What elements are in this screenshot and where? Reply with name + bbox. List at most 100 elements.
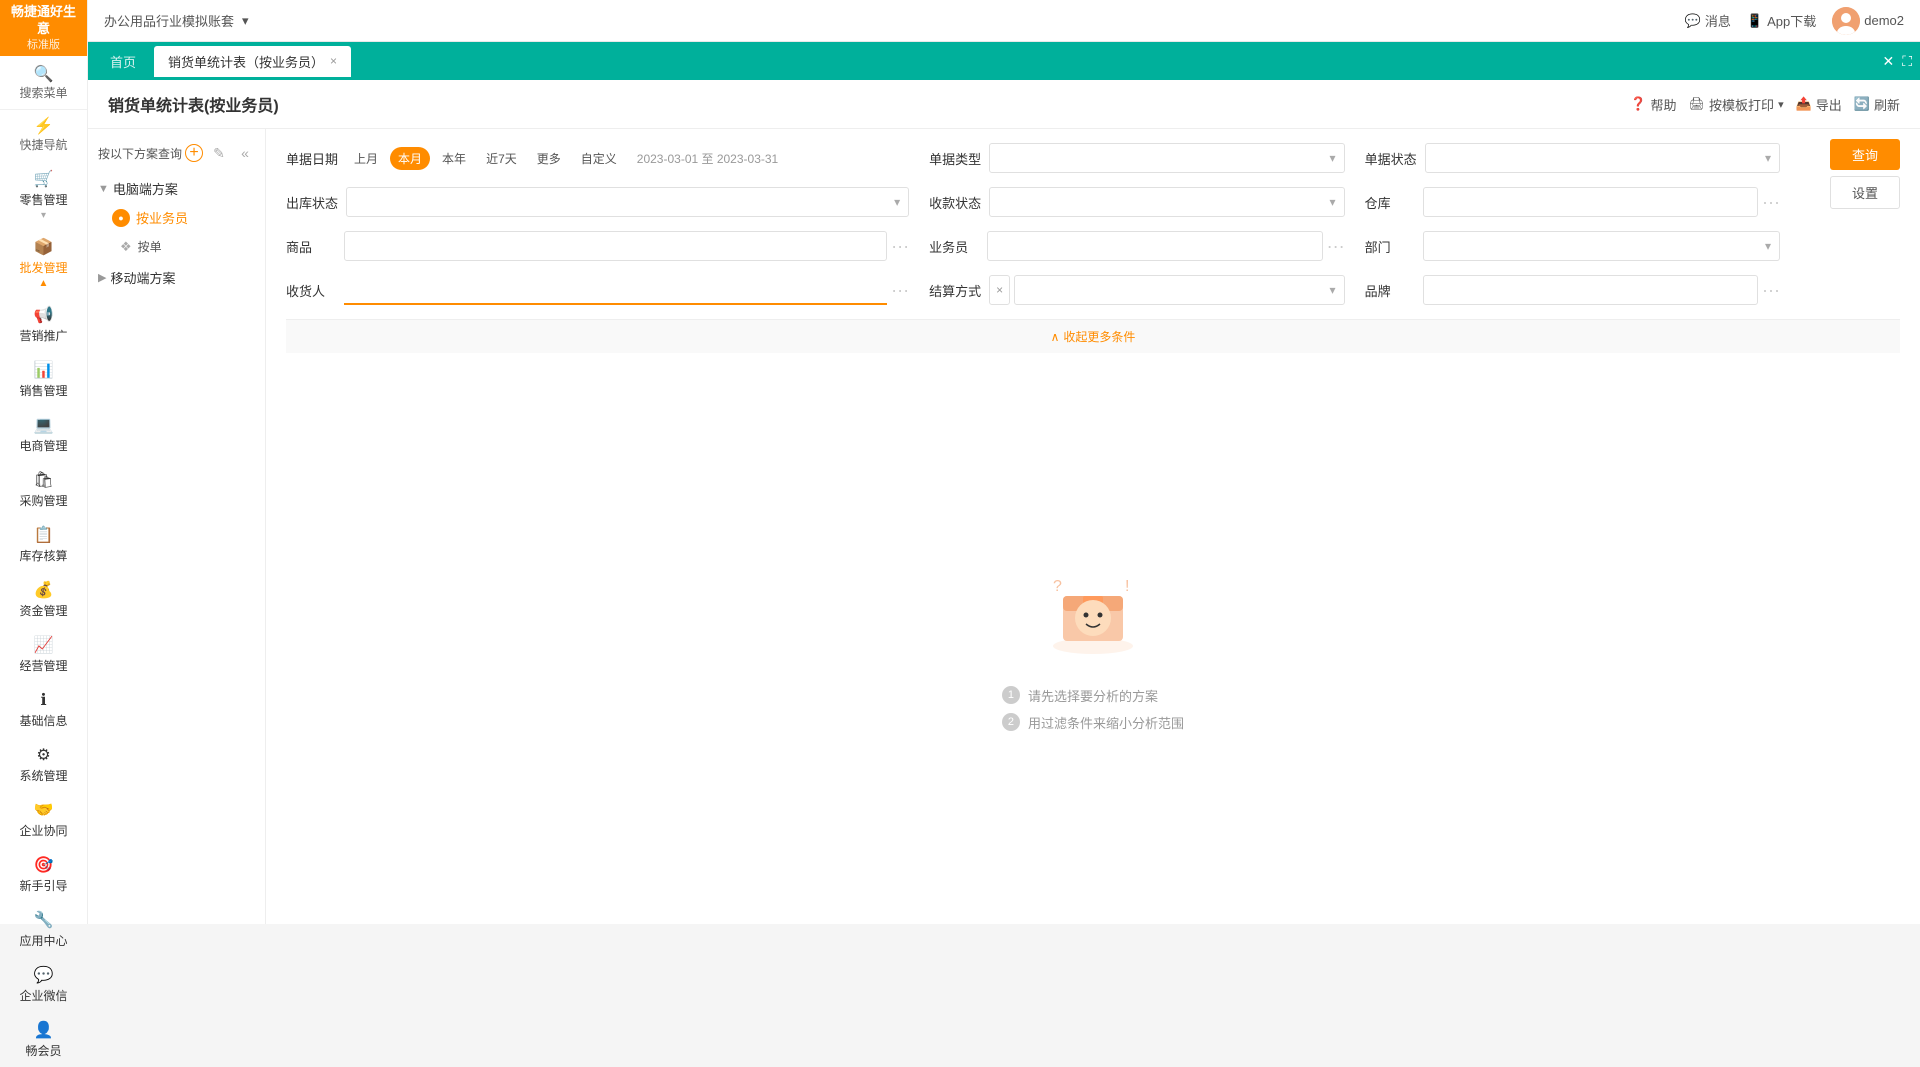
help-btn[interactable]: ❓ 帮助 bbox=[1630, 95, 1676, 114]
sidebar-item-retail[interactable]: 🛒 零售管理 ▾ bbox=[0, 161, 87, 229]
date-options: 上月 本月 本年 近7天 更多 自定义 2023-03-01 至 2023-03… bbox=[346, 147, 778, 170]
doc-type-label: 单据类型 bbox=[929, 149, 981, 168]
doc-type-select[interactable]: ▾ bbox=[989, 143, 1344, 173]
date-7days[interactable]: 近7天 bbox=[478, 147, 525, 170]
scheme-add-btn[interactable]: + bbox=[185, 144, 203, 162]
collapse-bar[interactable]: ∧ 收起更多条件 bbox=[286, 319, 1900, 353]
sidebar-item-member[interactable]: 👤 畅会员 bbox=[0, 1012, 87, 1067]
tab-expand-group: ✕ ⛶ bbox=[1882, 53, 1912, 70]
sidebar-item-appstore[interactable]: 🔧 应用中心 bbox=[0, 902, 87, 957]
date-last-month[interactable]: 上月 bbox=[346, 147, 386, 170]
consignee-input[interactable] bbox=[344, 275, 887, 305]
sidebar-item-enterprise[interactable]: 🤝 企业协同 bbox=[0, 792, 87, 847]
doc-status-select[interactable]: ▾ bbox=[1425, 143, 1780, 173]
sidebar-item-guide[interactable]: 🎯 新手引导 bbox=[0, 847, 87, 902]
sidebar-item-operations[interactable]: 📈 经营管理 bbox=[0, 627, 87, 682]
settlement-arrow: ▾ bbox=[1330, 283, 1336, 297]
sidebar-item-wechat[interactable]: 💬 企业微信 bbox=[0, 957, 87, 1012]
brand-input[interactable] bbox=[1423, 275, 1758, 305]
sidebar-item-purchase[interactable]: 🛍 采购管理 bbox=[0, 462, 87, 517]
print-btn[interactable]: 🖨 按模板打印 ▾ bbox=[1689, 95, 1784, 114]
sidebar-item-sales[interactable]: 📊 销售管理 bbox=[0, 352, 87, 407]
tab-sales-stats[interactable]: 销货单统计表（按业务员） × bbox=[154, 46, 351, 77]
settlement-input-group: × ▾ bbox=[989, 275, 1344, 305]
sidebar-item-quick-nav[interactable]: ⚡ 快捷导航 bbox=[0, 110, 87, 157]
fullscreen-btn[interactable]: ⛶ bbox=[1902, 53, 1912, 70]
tab-home[interactable]: 首页 bbox=[96, 46, 150, 77]
app-download-btn[interactable]: 📱 App下载 bbox=[1747, 11, 1816, 30]
message-btn[interactable]: 💬 消息 bbox=[1685, 11, 1731, 30]
sidebar-item-finance[interactable]: 💰 资金管理 bbox=[0, 572, 87, 627]
system-icon: ⚙ bbox=[36, 745, 50, 765]
sidebar-item-marketing[interactable]: 📢 营销推广 bbox=[0, 297, 87, 352]
payment-status-select[interactable]: ▾ bbox=[989, 187, 1344, 217]
wholesale-arrow: ▲ bbox=[39, 278, 49, 289]
page-title: 销货单统计表(按业务员) bbox=[108, 92, 279, 128]
goods-dots[interactable]: ··· bbox=[891, 236, 909, 257]
sidebar-item-wholesale[interactable]: 📦 批发管理 ▲ bbox=[0, 229, 87, 297]
goods-input[interactable] bbox=[344, 231, 887, 261]
industry-dropdown[interactable]: ▾ bbox=[242, 13, 249, 29]
tab-close-btn[interactable]: × bbox=[330, 54, 337, 68]
date-label: 单据日期 bbox=[286, 149, 338, 168]
wechat-icon: 💬 bbox=[34, 965, 54, 985]
doc-status-arrow: ▾ bbox=[1765, 151, 1771, 165]
date-custom[interactable]: 自定义 bbox=[573, 147, 625, 170]
empty-illustration: ? ! bbox=[1033, 546, 1153, 666]
enterprise-icon: 🤝 bbox=[34, 800, 54, 820]
department-select[interactable]: ▾ bbox=[1423, 231, 1780, 261]
topbar: 办公用品行业模拟账套 ▾ 💬 消息 📱 App下载 demo2 bbox=[88, 0, 1920, 42]
date-this-month[interactable]: 本月 bbox=[390, 147, 430, 170]
refresh-btn[interactable]: 🔄 刷新 bbox=[1854, 95, 1900, 114]
member-icon: 👤 bbox=[34, 1020, 54, 1040]
salesperson-dots[interactable]: ··· bbox=[1327, 236, 1345, 257]
filter-doc-type: 单据类型 ▾ bbox=[929, 143, 1344, 173]
settlement-tag: × bbox=[989, 275, 1010, 305]
settings-button[interactable]: 设置 bbox=[1830, 176, 1900, 209]
filter-row-1: 单据日期 上月 本月 本年 近7天 更多 自定义 2023-03-01 至 20… bbox=[286, 143, 1900, 173]
settlement-select[interactable]: ▾ bbox=[1014, 275, 1344, 305]
filter-row-2: 出库状态 ▾ 收款状态 ▾ bbox=[286, 187, 1900, 217]
sidebar-item-basic-info[interactable]: ℹ 基础信息 bbox=[0, 682, 87, 737]
close-window-btn[interactable]: ✕ bbox=[1882, 53, 1894, 70]
scheme-collapse-btn[interactable]: « bbox=[235, 143, 255, 163]
sidebar-item-inventory[interactable]: 📋 库存核算 bbox=[0, 517, 87, 572]
svg-text:?: ? bbox=[1053, 578, 1062, 595]
date-more[interactable]: 更多 bbox=[529, 147, 569, 170]
empty-hint-2: 2 用过滤条件来缩小分析范围 bbox=[1002, 713, 1184, 732]
department-label: 部门 bbox=[1365, 237, 1415, 256]
consignee-dots[interactable]: ··· bbox=[891, 280, 909, 301]
appstore-icon: 🔧 bbox=[34, 910, 54, 930]
settlement-label: 结算方式 bbox=[929, 281, 981, 300]
filter-doc-status: 单据状态 ▾ bbox=[1365, 143, 1780, 173]
stock-status-select[interactable]: ▾ bbox=[346, 187, 909, 217]
sidebar-item-ecommerce[interactable]: 💻 电商管理 bbox=[0, 407, 87, 462]
user-menu[interactable]: demo2 bbox=[1832, 7, 1904, 35]
filter-and-actions: 单据日期 上月 本月 本年 近7天 更多 自定义 2023-03-01 至 20… bbox=[266, 129, 1920, 353]
scheme-group-desktop: ▼ 电脑端方案 ● 按业务员 ❖ 按单 bbox=[88, 175, 265, 260]
query-button[interactable]: 查询 bbox=[1830, 139, 1900, 170]
date-this-year[interactable]: 本年 bbox=[434, 147, 474, 170]
collapse-label: 收起更多条件 bbox=[1063, 328, 1135, 345]
scheme-group-desktop-header[interactable]: ▼ 电脑端方案 bbox=[88, 175, 265, 202]
salesperson-input[interactable] bbox=[987, 231, 1322, 261]
scheme-item-by-salesperson[interactable]: ● 按业务员 bbox=[88, 202, 265, 233]
scheme-group-mobile-header[interactable]: ▶ 移动端方案 bbox=[88, 264, 265, 291]
warehouse-dots[interactable]: ··· bbox=[1762, 192, 1780, 213]
scheme-panel-header: 按以下方案查询 + ✎ « bbox=[88, 139, 265, 171]
empty-state: ? ! 1 请先选择要分析的方案 2 用过滤条件来缩小分析范围 bbox=[266, 353, 1920, 924]
basic-info-icon: ℹ bbox=[40, 690, 46, 710]
scheme-item-by-order[interactable]: ❖ 按单 bbox=[88, 233, 265, 260]
filter-brand: 品牌 ··· bbox=[1365, 275, 1780, 305]
export-btn[interactable]: 📤 导出 bbox=[1796, 95, 1842, 114]
scheme-edit-btn[interactable]: ✎ bbox=[209, 143, 229, 163]
brand-dots[interactable]: ··· bbox=[1762, 280, 1780, 301]
settlement-tag-close[interactable]: × bbox=[996, 283, 1003, 297]
print-dropdown-arrow: ▾ bbox=[1778, 98, 1784, 111]
date-range-display: 2023-03-01 至 2023-03-31 bbox=[637, 150, 778, 167]
help-icon: ❓ bbox=[1630, 96, 1646, 112]
sidebar-item-system[interactable]: ⚙ 系统管理 bbox=[0, 737, 87, 792]
sidebar-item-search[interactable]: 🔍 搜索菜单 bbox=[0, 56, 87, 110]
warehouse-input[interactable] bbox=[1423, 187, 1758, 217]
ecommerce-icon: 💻 bbox=[34, 415, 54, 435]
